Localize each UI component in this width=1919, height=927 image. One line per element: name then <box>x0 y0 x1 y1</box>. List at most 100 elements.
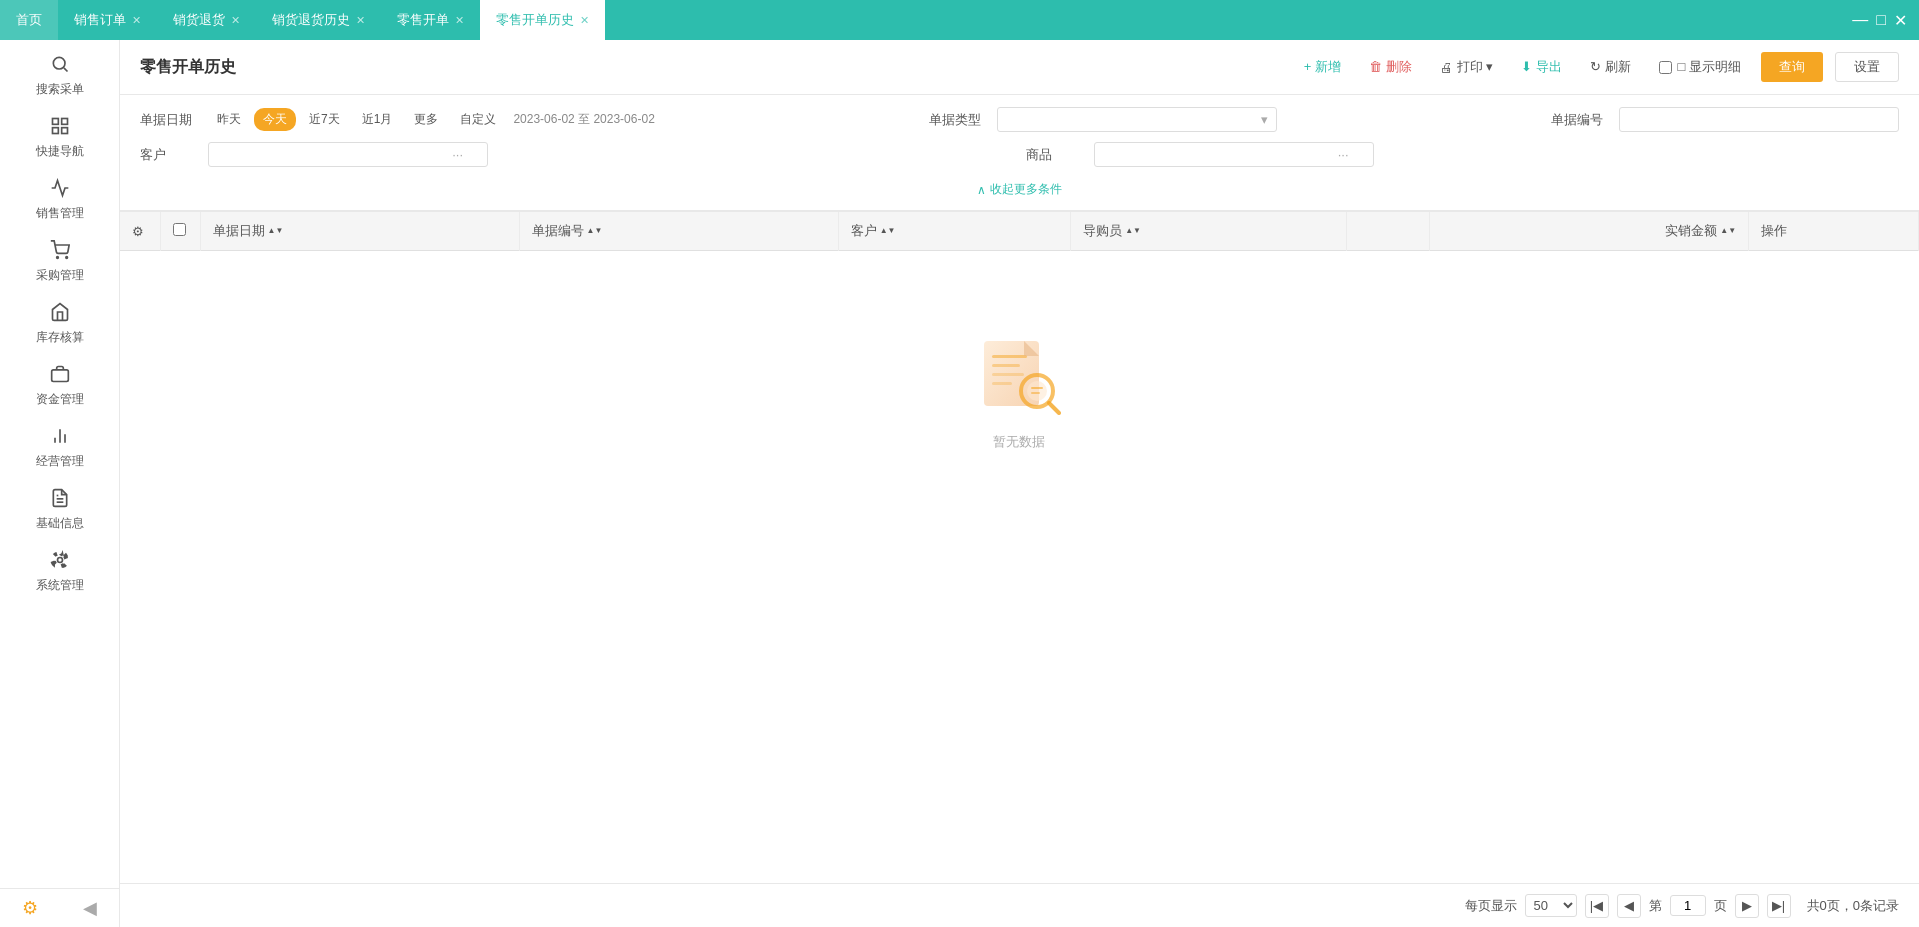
tab-retail-open-history[interactable]: 零售开单历史 ✕ <box>480 0 605 40</box>
sidebar-item-purchase[interactable]: 采购管理 <box>0 230 119 292</box>
tab-retail-open[interactable]: 零售开单 ✕ <box>381 0 480 40</box>
collapse-sidebar-btn[interactable]: ◀ <box>83 897 97 919</box>
goods-filter-input[interactable]: ··· <box>1094 142 1374 167</box>
first-page-btn[interactable]: |◀ <box>1585 894 1609 918</box>
filter-row-1: 单据日期 昨天 今天 近7天 近1月 更多 自定义 2023-06-02 至 2… <box>140 107 1899 132</box>
svg-point-6 <box>56 257 58 259</box>
filter-area: 单据日期 昨天 今天 近7天 近1月 更多 自定义 2023-06-02 至 2… <box>120 95 1919 211</box>
page-size-select[interactable]: 50 20 100 <box>1525 894 1577 917</box>
tab-close-retail-open[interactable]: ✕ <box>455 14 464 27</box>
goods-filter-label: 商品 <box>1026 146 1082 164</box>
svg-rect-23 <box>1031 387 1043 389</box>
sidebar-label-inventory: 库存核算 <box>36 329 84 346</box>
date-btn-today[interactable]: 今天 <box>254 108 296 131</box>
delete-button[interactable]: 🗑 删除 <box>1361 54 1420 80</box>
setting-button[interactable]: 设置 <box>1835 52 1899 82</box>
svg-point-14 <box>57 558 62 563</box>
sidebar-item-system[interactable]: 系统管理 <box>0 540 119 602</box>
minimize-btn[interactable]: — <box>1852 11 1868 29</box>
pagination-bar: 每页显示 50 20 100 |◀ ◀ 第 页 ▶ ▶| 共0页，0条记录 <box>120 883 1919 927</box>
sidebar-item-finance[interactable]: 资金管理 <box>0 354 119 416</box>
header-actions: + 新增 🗑 删除 🖨 🖨 打印 打印 ▾ ⬇ 导出 ↻ 刷新 □ 显示明细 查… <box>1296 52 1899 82</box>
svg-rect-19 <box>992 382 1012 385</box>
number-filter-label: 单据编号 <box>1551 111 1607 129</box>
close-btn[interactable]: ✕ <box>1894 11 1907 30</box>
date-btn-yesterday[interactable]: 昨天 <box>208 108 250 131</box>
date-range-text: 2023-06-02 至 2023-06-02 <box>513 111 654 128</box>
print-button[interactable]: 🖨 🖨 打印 打印 ▾ <box>1432 54 1502 80</box>
tab-sales-return[interactable]: 销货退货 ✕ <box>157 0 256 40</box>
collapse-filter-btn[interactable]: ∧ 收起更多条件 <box>140 177 1899 202</box>
sidebar: 搜索采单 快捷导航 销售管理 采购管理 库存核算 <box>0 40 120 927</box>
main-layout: 搜索采单 快捷导航 销售管理 采购管理 库存核算 <box>0 40 1919 927</box>
ellipsis-icon-2: ··· <box>1338 147 1349 162</box>
empty-state: 暂无数据 <box>120 251 1919 531</box>
new-button[interactable]: + 新增 <box>1296 54 1349 80</box>
date-btn-more[interactable]: 更多 <box>405 108 447 131</box>
tab-close-retail-open-history[interactable]: ✕ <box>580 14 589 27</box>
number-filter-input[interactable] <box>1619 107 1899 132</box>
page-text: 第 <box>1649 897 1662 915</box>
ellipsis-icon: ··· <box>452 147 463 162</box>
type-filter-select[interactable]: ▾ <box>997 107 1277 132</box>
sidebar-item-operation[interactable]: 经营管理 <box>0 416 119 478</box>
date-btn-1month[interactable]: 近1月 <box>353 108 402 131</box>
export-button[interactable]: ⬇ 导出 <box>1513 54 1570 80</box>
svg-rect-4 <box>52 128 58 134</box>
data-table: ⚙ 单据日期 ▲▼ 单据编号 <box>120 212 1919 531</box>
th-customer[interactable]: 客户 ▲▼ <box>838 212 1071 251</box>
th-spacer <box>1346 212 1429 251</box>
type-filter-label: 单据类型 <box>929 111 985 129</box>
sidebar-item-sales[interactable]: 销售管理 <box>0 168 119 230</box>
last-page-btn[interactable]: ▶| <box>1767 894 1791 918</box>
empty-illustration <box>969 331 1069 421</box>
tab-close-sales-return-history[interactable]: ✕ <box>356 14 365 27</box>
maximize-btn[interactable]: □ <box>1876 11 1886 29</box>
sidebar-item-basic[interactable]: 基础信息 <box>0 478 119 540</box>
th-date[interactable]: 单据日期 ▲▼ <box>200 212 519 251</box>
print-icon: 🖨 <box>1440 60 1453 75</box>
tab-home[interactable]: 首页 <box>0 0 58 40</box>
table-wrapper: ⚙ 单据日期 ▲▼ 单据编号 <box>120 211 1919 883</box>
th-actions: 操作 <box>1749 212 1919 251</box>
tab-sales-return-history[interactable]: 销货退货历史 ✕ <box>256 0 381 40</box>
display-detail-checkbox[interactable] <box>1659 61 1672 74</box>
refresh-button[interactable]: ↻ 刷新 <box>1582 54 1639 80</box>
next-page-btn[interactable]: ▶ <box>1735 894 1759 918</box>
sidebar-label-sales: 销售管理 <box>36 205 84 222</box>
page-number-input[interactable] <box>1670 895 1706 916</box>
top-bar: 首页 销售订单 ✕ 销货退货 ✕ 销货退货历史 ✕ 零售开单 ✕ 零售开单历史 … <box>0 0 1919 40</box>
basic-icon <box>50 488 70 511</box>
finance-icon <box>50 364 70 387</box>
customer-filter-input[interactable]: ··· <box>208 142 488 167</box>
gear-icon[interactable]: ⚙ <box>132 224 144 239</box>
th-gear[interactable]: ⚙ <box>120 212 160 251</box>
inventory-icon <box>50 302 70 325</box>
sidebar-item-search[interactable]: 搜索采单 <box>0 44 119 106</box>
system-icon <box>50 550 70 573</box>
display-detail-button[interactable]: □ 显示明细 <box>1651 54 1749 80</box>
svg-rect-3 <box>61 119 67 125</box>
window-controls: — □ ✕ <box>1852 11 1919 30</box>
prev-page-btn[interactable]: ◀ <box>1617 894 1641 918</box>
sidebar-item-inventory[interactable]: 库存核算 <box>0 292 119 354</box>
sidebar-label-basic: 基础信息 <box>36 515 84 532</box>
date-btn-custom[interactable]: 自定义 <box>451 108 505 131</box>
date-btn-7days[interactable]: 近7天 <box>300 108 349 131</box>
th-checkbox[interactable] <box>160 212 200 251</box>
page-title: 零售开单历史 <box>140 57 236 78</box>
query-button[interactable]: 查询 <box>1761 52 1823 82</box>
th-salesperson[interactable]: 导购员 ▲▼ <box>1071 212 1347 251</box>
svg-line-1 <box>63 68 67 72</box>
tab-close-sales-order[interactable]: ✕ <box>132 14 141 27</box>
tab-close-sales-return[interactable]: ✕ <box>231 14 240 27</box>
filter-row-2: 客户 ··· 商品 ··· <box>140 142 1899 167</box>
sidebar-item-nav[interactable]: 快捷导航 <box>0 106 119 168</box>
settings-bottom-icon[interactable]: ⚙ <box>22 897 38 919</box>
th-number[interactable]: 单据编号 ▲▼ <box>519 212 838 251</box>
content-area: 零售开单历史 + 新增 🗑 删除 🖨 🖨 打印 打印 ▾ ⬇ 导出 ↻ 刷新 □… <box>120 40 1919 927</box>
svg-line-22 <box>1049 403 1059 413</box>
select-all-checkbox[interactable] <box>173 223 186 236</box>
tab-sales-order[interactable]: 销售订单 ✕ <box>58 0 157 40</box>
th-amount[interactable]: 实销金额 ▲▼ <box>1430 212 1749 251</box>
